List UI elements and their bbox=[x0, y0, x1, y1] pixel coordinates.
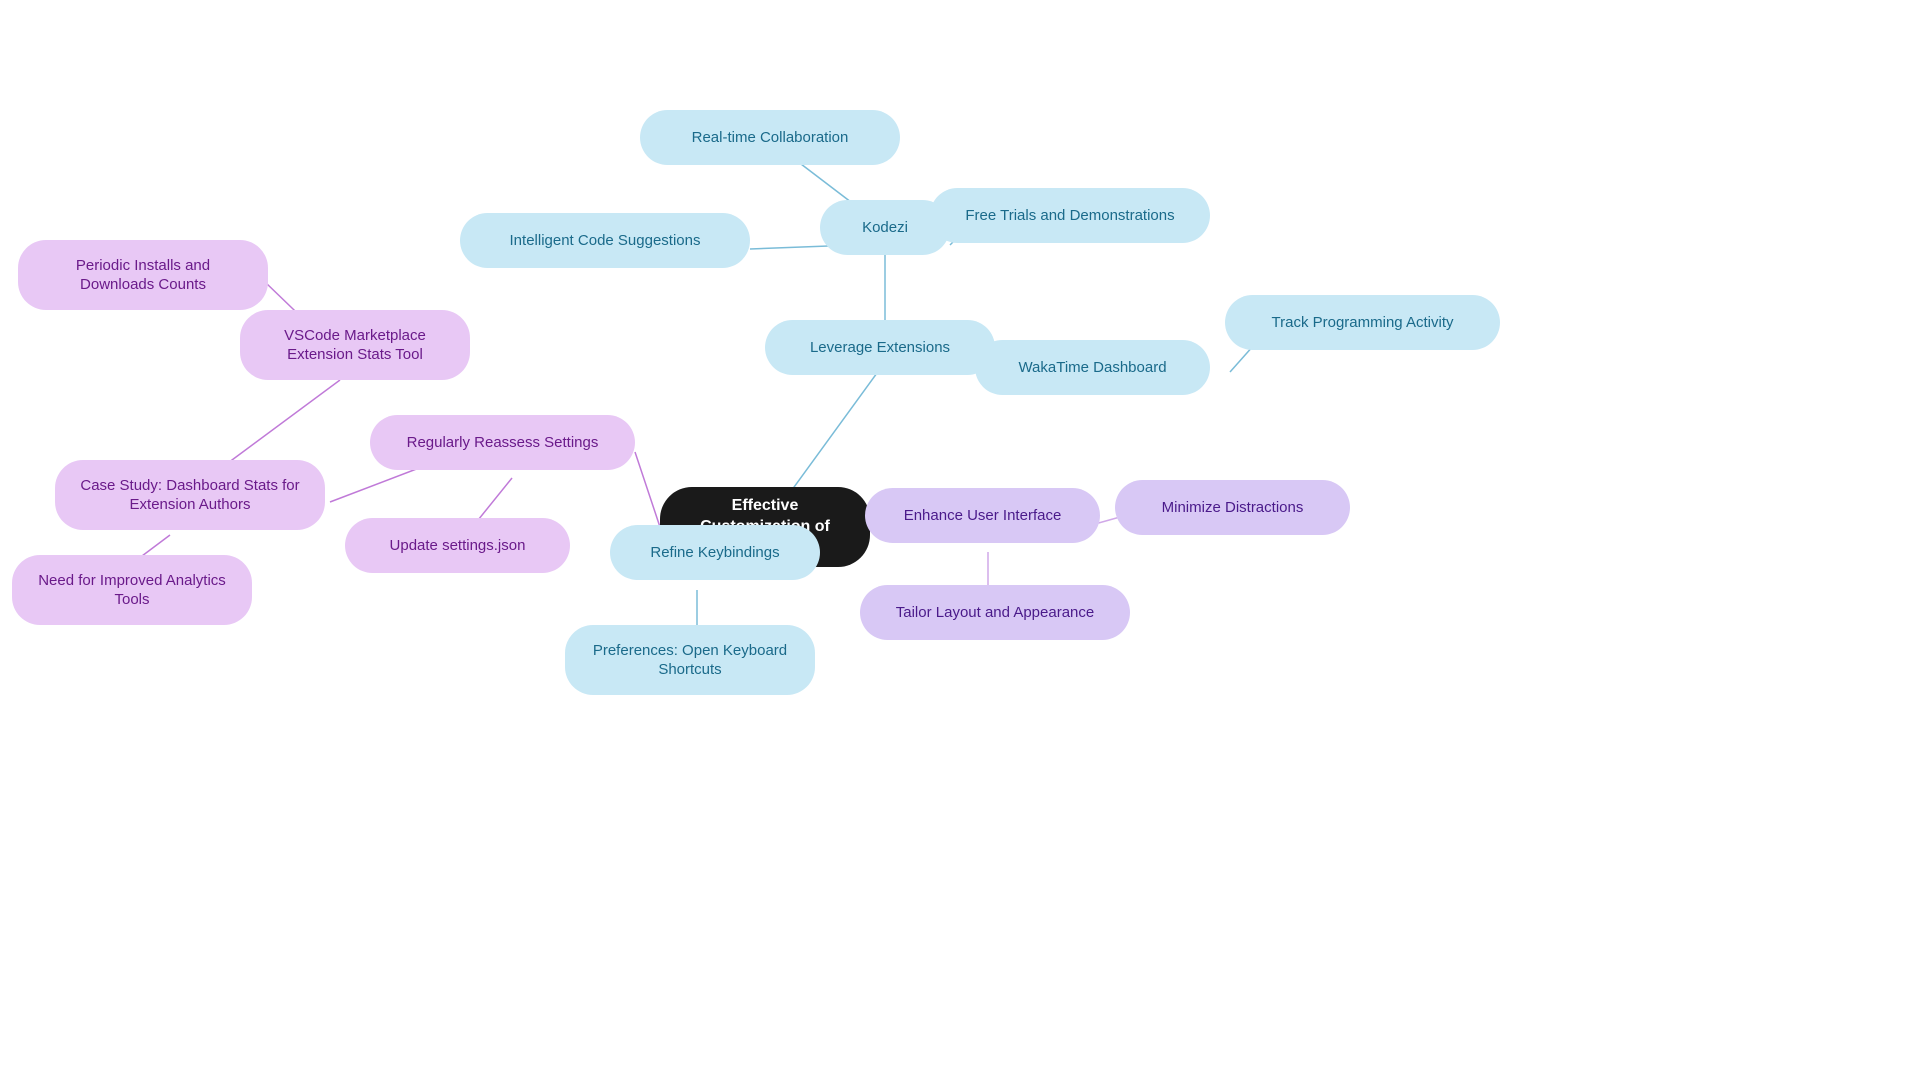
need-analytics-node[interactable]: Need for Improved Analytics Tools bbox=[12, 555, 252, 625]
periodic-installs-node[interactable]: Periodic Installs and Downloads Counts bbox=[18, 240, 268, 310]
track-programming-node[interactable]: Track Programming Activity bbox=[1225, 295, 1500, 350]
update-settings-node[interactable]: Update settings.json bbox=[345, 518, 570, 573]
free-trials-node[interactable]: Free Trials and Demonstrations bbox=[930, 188, 1210, 243]
intelligent-code-node[interactable]: Intelligent Code Suggestions bbox=[460, 213, 750, 268]
case-study-node[interactable]: Case Study: Dashboard Stats for Extensio… bbox=[55, 460, 325, 530]
tailor-layout-node[interactable]: Tailor Layout and Appearance bbox=[860, 585, 1130, 640]
enhance-ui-node[interactable]: Enhance User Interface bbox=[865, 488, 1100, 543]
minimize-distractions-node[interactable]: Minimize Distractions bbox=[1115, 480, 1350, 535]
real-time-collab-node[interactable]: Real-time Collaboration bbox=[640, 110, 900, 165]
preferences-keyboard-node[interactable]: Preferences: Open Keyboard Shortcuts bbox=[565, 625, 815, 695]
leverage-extensions-node[interactable]: Leverage Extensions bbox=[765, 320, 995, 375]
regularly-reassess-node[interactable]: Regularly Reassess Settings bbox=[370, 415, 635, 470]
vscode-marketplace-node[interactable]: VSCode Marketplace Extension Stats Tool bbox=[240, 310, 470, 380]
refine-keybindings-node[interactable]: Refine Keybindings bbox=[610, 525, 820, 580]
wakatime-node[interactable]: WakaTime Dashboard bbox=[975, 340, 1210, 395]
